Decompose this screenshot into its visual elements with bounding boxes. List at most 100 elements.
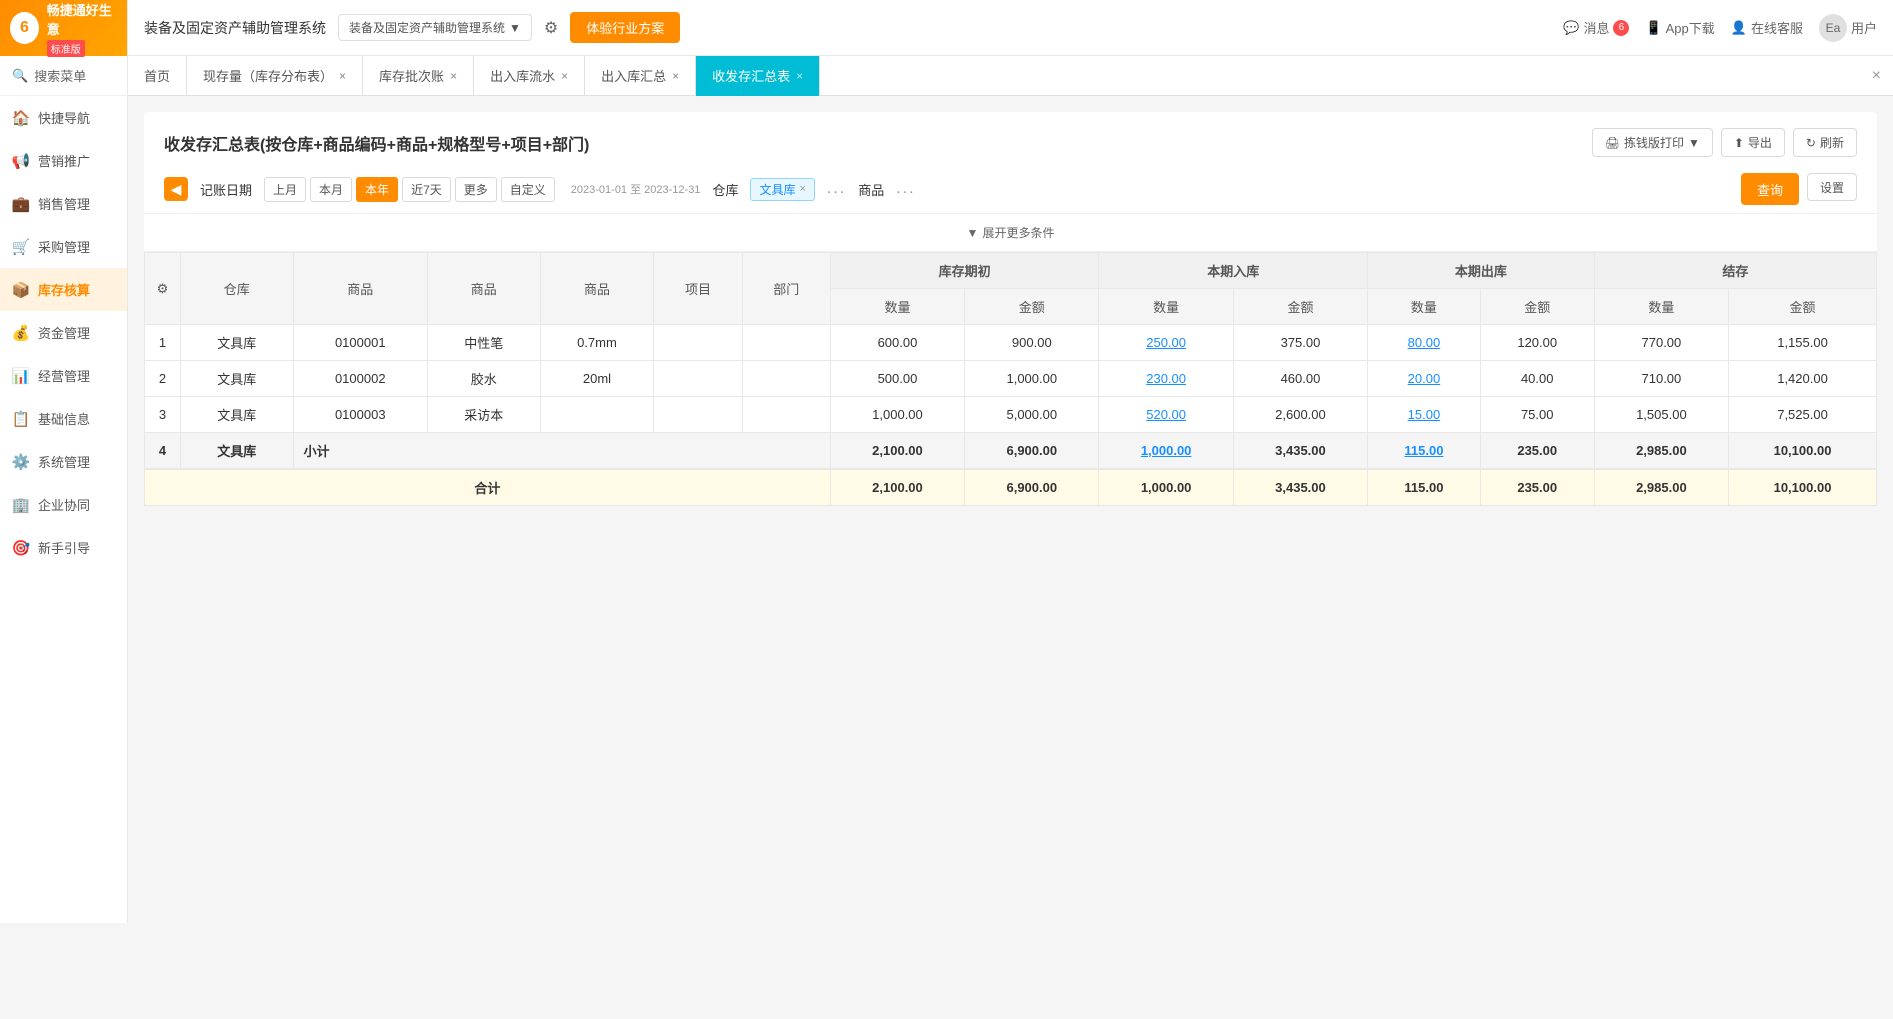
sidebar-label-newbie: 新手引导 bbox=[38, 538, 90, 557]
row-in-qty[interactable]: 230.00 bbox=[1099, 361, 1233, 397]
sidebar-item-quicknav[interactable]: 🏠 快捷导航 bbox=[0, 96, 127, 139]
sidebar-item-purchase[interactable]: 🛒 采购管理 bbox=[0, 225, 127, 268]
warehouse-more-btn[interactable]: ... bbox=[827, 180, 846, 198]
sidebar-item-system[interactable]: ⚙️ 系统管理 bbox=[0, 440, 127, 483]
date-btn-custom[interactable]: 自定义 bbox=[501, 177, 555, 202]
sidebar-label-marketing: 营销推广 bbox=[38, 151, 90, 170]
date-btn-last-month[interactable]: 上月 bbox=[264, 177, 306, 202]
topbar-right: 💬 消息 6 📱 App下载 👤 在线客服 Ea 用户 bbox=[1563, 14, 1877, 42]
tab-home[interactable]: 首页 bbox=[128, 56, 187, 96]
goods-label: 商品 bbox=[858, 180, 884, 199]
tab-inventory-dist-close[interactable]: × bbox=[339, 69, 346, 83]
sidebar-item-inventory[interactable]: 📦 库存核算 bbox=[0, 268, 127, 311]
tab-inventory-dist[interactable]: 现存量（库存分布表） × bbox=[187, 56, 363, 96]
row-no: 3 bbox=[145, 397, 181, 433]
warehouse-tag-close[interactable]: × bbox=[799, 183, 805, 195]
row-out-qty[interactable]: 80.00 bbox=[1368, 325, 1481, 361]
total-label: 合计 bbox=[145, 469, 831, 506]
filter-toggle[interactable]: ◀ bbox=[164, 177, 188, 201]
expand-more-btn[interactable]: ▼ 展开更多条件 bbox=[955, 220, 1067, 245]
tab-in-out-summary-close[interactable]: × bbox=[672, 69, 679, 83]
sidebar-item-sales[interactable]: 💼 销售管理 bbox=[0, 182, 127, 225]
row-out-qty[interactable]: 20.00 bbox=[1368, 361, 1481, 397]
page-header: 收发存汇总表(按仓库+商品编码+商品+规格型号+项目+部门) 🖨 拣钱版打印 ▼… bbox=[144, 112, 1877, 165]
export-btn[interactable]: ⬆ 导出 bbox=[1721, 128, 1785, 157]
col-settings[interactable]: ⚙ bbox=[145, 253, 181, 325]
sidebar-item-enterprise[interactable]: 🏢 企业协同 bbox=[0, 483, 127, 526]
row-bal-qty: 770.00 bbox=[1594, 325, 1728, 361]
row-goods-code: 0100001 bbox=[293, 325, 427, 361]
app-download-item[interactable]: 📱 App下载 bbox=[1645, 18, 1714, 37]
total-out-qty: 115.00 bbox=[1368, 469, 1481, 506]
print-btn[interactable]: 🖨 拣钱版打印 ▼ bbox=[1592, 128, 1713, 157]
subtotal-in-qty: 1,000.00 bbox=[1099, 433, 1233, 470]
user-item[interactable]: Ea 用户 bbox=[1819, 14, 1877, 42]
warehouse-label: 仓库 bbox=[712, 180, 738, 199]
tab-in-out-summary[interactable]: 出入库汇总 × bbox=[585, 56, 696, 96]
tab-in-out-flow-close[interactable]: × bbox=[561, 69, 568, 83]
date-btn-7days[interactable]: 近7天 bbox=[402, 177, 451, 202]
date-btn-this-year[interactable]: 本年 bbox=[356, 177, 398, 202]
goods-more-btn[interactable]: ... bbox=[896, 180, 915, 198]
sidebar-item-newbie[interactable]: 🎯 新手引导 bbox=[0, 526, 127, 569]
row-goods-name: 胶水 bbox=[427, 361, 540, 397]
sidebar-label-enterprise: 企业协同 bbox=[38, 495, 90, 514]
tab-batch[interactable]: 库存批次账 × bbox=[363, 56, 474, 96]
query-btn[interactable]: 查询 bbox=[1741, 173, 1799, 205]
row-out-amt: 75.00 bbox=[1480, 397, 1594, 433]
row-open-qty: 500.00 bbox=[830, 361, 964, 397]
date-btn-this-month[interactable]: 本月 bbox=[310, 177, 352, 202]
subtotal-open-amt: 6,900.00 bbox=[965, 433, 1099, 470]
online-service-item[interactable]: 👤 在线客服 bbox=[1731, 18, 1803, 37]
sidebar-item-finance[interactable]: 💰 资金管理 bbox=[0, 311, 127, 354]
row-in-amt: 460.00 bbox=[1233, 361, 1367, 397]
user-label: 用户 bbox=[1851, 18, 1877, 37]
row-bal-amt: 1,155.00 bbox=[1729, 325, 1877, 361]
bal-amt-header: 金额 bbox=[1729, 289, 1877, 325]
set-btn[interactable]: 设置 bbox=[1807, 173, 1857, 201]
tab-receipt-summary-close[interactable]: × bbox=[796, 69, 803, 83]
tab-in-out-flow[interactable]: 出入库流水 × bbox=[474, 56, 585, 96]
total-bal-qty: 2,985.00 bbox=[1594, 469, 1728, 506]
total-bal-amt: 10,100.00 bbox=[1729, 469, 1877, 506]
system-selector[interactable]: 装备及固定资产辅助管理系统 ▼ bbox=[338, 14, 532, 41]
date-btn-more[interactable]: 更多 bbox=[455, 177, 497, 202]
sidebar-item-base[interactable]: 📋 基础信息 bbox=[0, 397, 127, 440]
total-in-qty: 1,000.00 bbox=[1099, 469, 1233, 506]
export-icon: ⬆ bbox=[1734, 136, 1744, 150]
subtotal-in-amt: 3,435.00 bbox=[1233, 433, 1367, 470]
row-in-qty[interactable]: 250.00 bbox=[1099, 325, 1233, 361]
subtotal-label: 小计 bbox=[293, 433, 830, 470]
row-bal-amt: 1,420.00 bbox=[1729, 361, 1877, 397]
service-icon: 👤 bbox=[1731, 20, 1747, 36]
table-row: 2 文具库 0100002 胶水 20ml 500.00 1,000.00 23… bbox=[145, 361, 1877, 397]
refresh-btn[interactable]: ↻ 刷新 bbox=[1793, 128, 1857, 157]
col-warehouse-header: 仓库 bbox=[181, 253, 294, 325]
phone-icon: 📱 bbox=[1645, 20, 1661, 36]
message-item[interactable]: 💬 消息 6 bbox=[1563, 18, 1629, 37]
subtotal-out-qty: 115.00 bbox=[1368, 433, 1481, 470]
sidebar: 6 畅捷通好生意 标准版 🔍 搜索菜单 🏠 快捷导航 📢 营销推广 💼 销售管理… bbox=[0, 0, 128, 923]
row-open-qty: 600.00 bbox=[830, 325, 964, 361]
tab-receipt-summary[interactable]: 收发存汇总表 × bbox=[696, 56, 820, 96]
warehouse-tag[interactable]: 文具库 × bbox=[750, 178, 814, 201]
row-out-qty[interactable]: 15.00 bbox=[1368, 397, 1481, 433]
open-qty-header: 数量 bbox=[830, 289, 964, 325]
sidebar-item-operations[interactable]: 📊 经营管理 bbox=[0, 354, 127, 397]
row-in-qty[interactable]: 520.00 bbox=[1099, 397, 1233, 433]
try-btn[interactable]: 体验行业方案 bbox=[570, 12, 680, 43]
sidebar-item-marketing[interactable]: 📢 营销推广 bbox=[0, 139, 127, 182]
close-all-tabs[interactable]: × bbox=[1860, 67, 1893, 85]
row-goods-spec: 20ml bbox=[540, 361, 654, 397]
tab-in-out-summary-label: 出入库汇总 bbox=[601, 66, 666, 85]
settings-icon[interactable]: ⚙ bbox=[544, 18, 558, 38]
sidebar-item-search[interactable]: 🔍 搜索菜单 bbox=[0, 56, 127, 96]
row-project bbox=[654, 397, 742, 433]
page-actions: 🖨 拣钱版打印 ▼ ⬆ 导出 ↻ 刷新 bbox=[1592, 128, 1857, 157]
tab-batch-close[interactable]: × bbox=[450, 69, 457, 83]
row-goods-name: 采访本 bbox=[427, 397, 540, 433]
group-opening: 库存期初 bbox=[830, 253, 1099, 289]
col-dept-header: 部门 bbox=[742, 253, 830, 325]
operations-icon: 📊 bbox=[12, 367, 30, 385]
logo-icon: 6 bbox=[10, 12, 39, 44]
